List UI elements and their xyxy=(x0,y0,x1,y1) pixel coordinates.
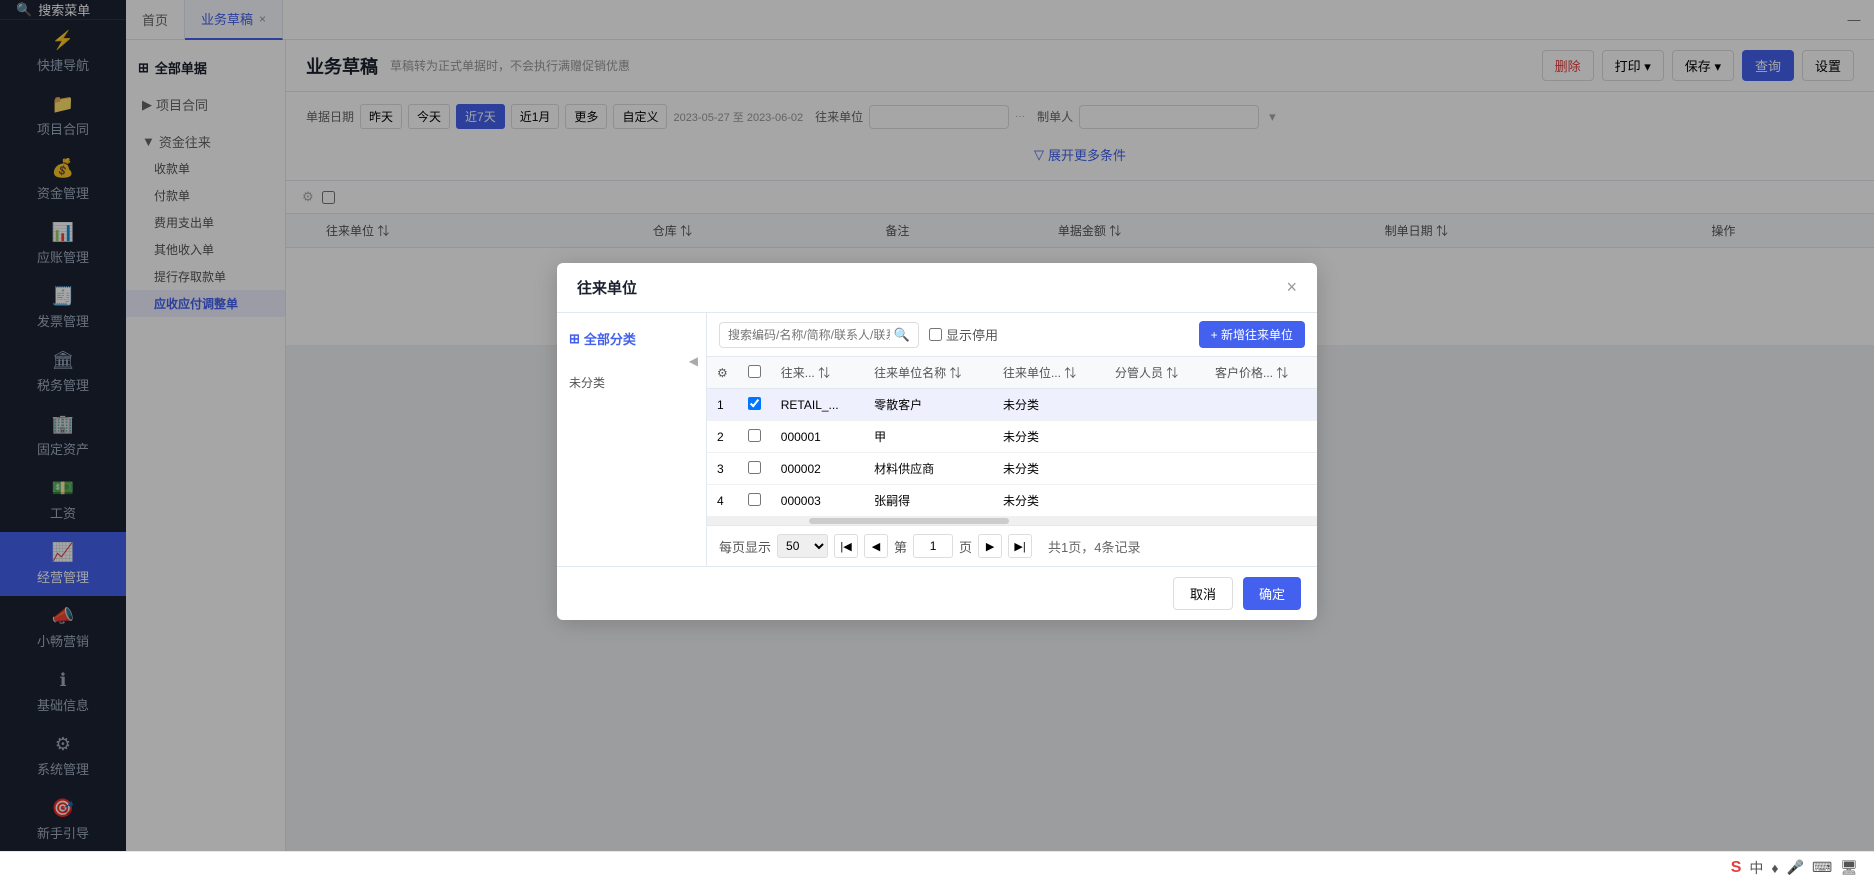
row-category: 未分类 xyxy=(993,389,1105,421)
taskbar-monitor-icon: 🖥 xyxy=(1840,859,1858,876)
taskbar-brand-icon: S xyxy=(1731,859,1742,877)
grid-small-icon: ⊞ xyxy=(569,331,580,347)
row-category: 未分类 xyxy=(993,485,1105,517)
modal-header: 往来单位 × xyxy=(557,263,1317,313)
next-page-button[interactable]: ▶ xyxy=(978,534,1002,558)
row-index: 2 xyxy=(707,421,738,453)
row-checkbox[interactable] xyxy=(738,389,771,421)
modal-pagination: 每页显示 50 100 |◀ ◀ 第 页 ▶ ▶| 共1页，4条记录 xyxy=(707,525,1317,566)
modal-table-row[interactable]: 3 000002 材料供应商 未分类 xyxy=(707,453,1317,485)
taskbar-keyboard-icon: ⌨ xyxy=(1812,859,1832,876)
modal-search-wrapper: 🔍 xyxy=(719,322,919,348)
modal-col-category[interactable]: 往来单位... ⇅ xyxy=(993,357,1105,389)
modal-search-input[interactable] xyxy=(728,328,890,342)
modal-table-wrapper: ⚙ 往来... ⇅ 往来单位名称 ⇅ 往来单位... ⇅ 分管人员 ⇅ 客户价格… xyxy=(707,357,1317,517)
modal-scroll-thumb[interactable] xyxy=(809,518,1009,524)
modal-search-icon[interactable]: 🔍 xyxy=(894,327,910,343)
show-disabled-label: 显示停用 xyxy=(946,325,998,344)
confirm-button[interactable]: 确定 xyxy=(1243,577,1301,610)
row-code: 000003 xyxy=(771,485,864,517)
per-page-select[interactable]: 50 100 xyxy=(777,534,828,558)
partner-modal: 往来单位 × ⊞ 全部分类 ◀ 未分类 🔍 xyxy=(557,263,1317,620)
prev-page-button[interactable]: ◀ xyxy=(864,534,888,558)
row-manager xyxy=(1105,421,1205,453)
modal-overlay: 往来单位 × ⊞ 全部分类 ◀ 未分类 🔍 xyxy=(0,0,1874,883)
modal-horizontal-scrollbar[interactable] xyxy=(707,517,1317,525)
taskbar-diamond-icon: ♦ xyxy=(1771,860,1778,876)
modal-category-unclassified[interactable]: 未分类 xyxy=(557,368,706,397)
modal-table-row[interactable]: 2 000001 甲 未分类 xyxy=(707,421,1317,453)
row-code: RETAIL_... xyxy=(771,389,864,421)
row-manager xyxy=(1105,485,1205,517)
modal-col-checkbox xyxy=(738,357,771,389)
modal-col-price[interactable]: 客户价格... ⇅ xyxy=(1205,357,1317,389)
page-suffix: 页 xyxy=(959,537,972,556)
taskbar: S 中 ♦ 🎤 ⌨ 🖥 xyxy=(0,851,1874,883)
modal-col-settings[interactable]: ⚙ xyxy=(707,357,738,389)
row-price xyxy=(1205,389,1317,421)
row-category: 未分类 xyxy=(993,453,1105,485)
modal-left-panel: ⊞ 全部分类 ◀ 未分类 xyxy=(557,313,707,566)
modal-left-title-label: 全部分类 xyxy=(584,329,636,348)
row-manager xyxy=(1105,453,1205,485)
row-price xyxy=(1205,421,1317,453)
modal-body: ⊞ 全部分类 ◀ 未分类 🔍 显示停用 xyxy=(557,313,1317,566)
row-code: 000001 xyxy=(771,421,864,453)
total-label: 共1页，4条记录 xyxy=(1048,537,1140,556)
row-checkbox[interactable] xyxy=(738,421,771,453)
last-page-button[interactable]: ▶| xyxy=(1008,534,1032,558)
show-disabled-checkbox[interactable] xyxy=(929,328,942,341)
modal-title: 往来单位 xyxy=(577,277,637,298)
modal-footer: 取消 确定 xyxy=(557,566,1317,620)
modal-table-row[interactable]: 1 RETAIL_... 零散客户 未分类 xyxy=(707,389,1317,421)
taskbar-china-icon: 中 xyxy=(1749,858,1763,878)
add-partner-button[interactable]: + 新增往来单位 xyxy=(1199,321,1305,348)
collapse-icon[interactable]: ◀ xyxy=(689,354,698,368)
page-number-input[interactable] xyxy=(913,534,953,558)
row-price xyxy=(1205,453,1317,485)
taskbar-mic-icon: 🎤 xyxy=(1787,859,1804,876)
row-checkbox[interactable] xyxy=(738,485,771,517)
page-label: 第 xyxy=(894,537,907,556)
modal-left-title: ⊞ 全部分类 xyxy=(557,323,706,354)
first-page-button[interactable]: |◀ xyxy=(834,534,858,558)
row-checkbox[interactable] xyxy=(738,453,771,485)
modal-right-panel: 🔍 显示停用 + 新增往来单位 ⚙ 往来... xyxy=(707,313,1317,566)
row-manager xyxy=(1105,389,1205,421)
row-category: 未分类 xyxy=(993,421,1105,453)
row-name: 材料供应商 xyxy=(864,453,993,485)
modal-table-row[interactable]: 4 000003 张嗣得 未分类 xyxy=(707,485,1317,517)
cancel-button[interactable]: 取消 xyxy=(1173,577,1233,610)
modal-col-manager[interactable]: 分管人员 ⇅ xyxy=(1105,357,1205,389)
row-code: 000002 xyxy=(771,453,864,485)
row-index: 3 xyxy=(707,453,738,485)
modal-table: ⚙ 往来... ⇅ 往来单位名称 ⇅ 往来单位... ⇅ 分管人员 ⇅ 客户价格… xyxy=(707,357,1317,517)
modal-toolbar: 🔍 显示停用 + 新增往来单位 xyxy=(707,313,1317,357)
collapse-control: ◀ xyxy=(557,354,706,368)
row-price xyxy=(1205,485,1317,517)
row-index: 1 xyxy=(707,389,738,421)
show-disabled-checkbox-label[interactable]: 显示停用 xyxy=(929,325,998,344)
row-name: 甲 xyxy=(864,421,993,453)
modal-col-code[interactable]: 往来... ⇅ xyxy=(771,357,864,389)
row-index: 4 xyxy=(707,485,738,517)
row-name: 张嗣得 xyxy=(864,485,993,517)
modal-close-button[interactable]: × xyxy=(1286,277,1297,298)
per-page-label: 每页显示 xyxy=(719,537,771,556)
row-name: 零散客户 xyxy=(864,389,993,421)
modal-col-name[interactable]: 往来单位名称 ⇅ xyxy=(864,357,993,389)
modal-select-all[interactable] xyxy=(748,365,761,378)
